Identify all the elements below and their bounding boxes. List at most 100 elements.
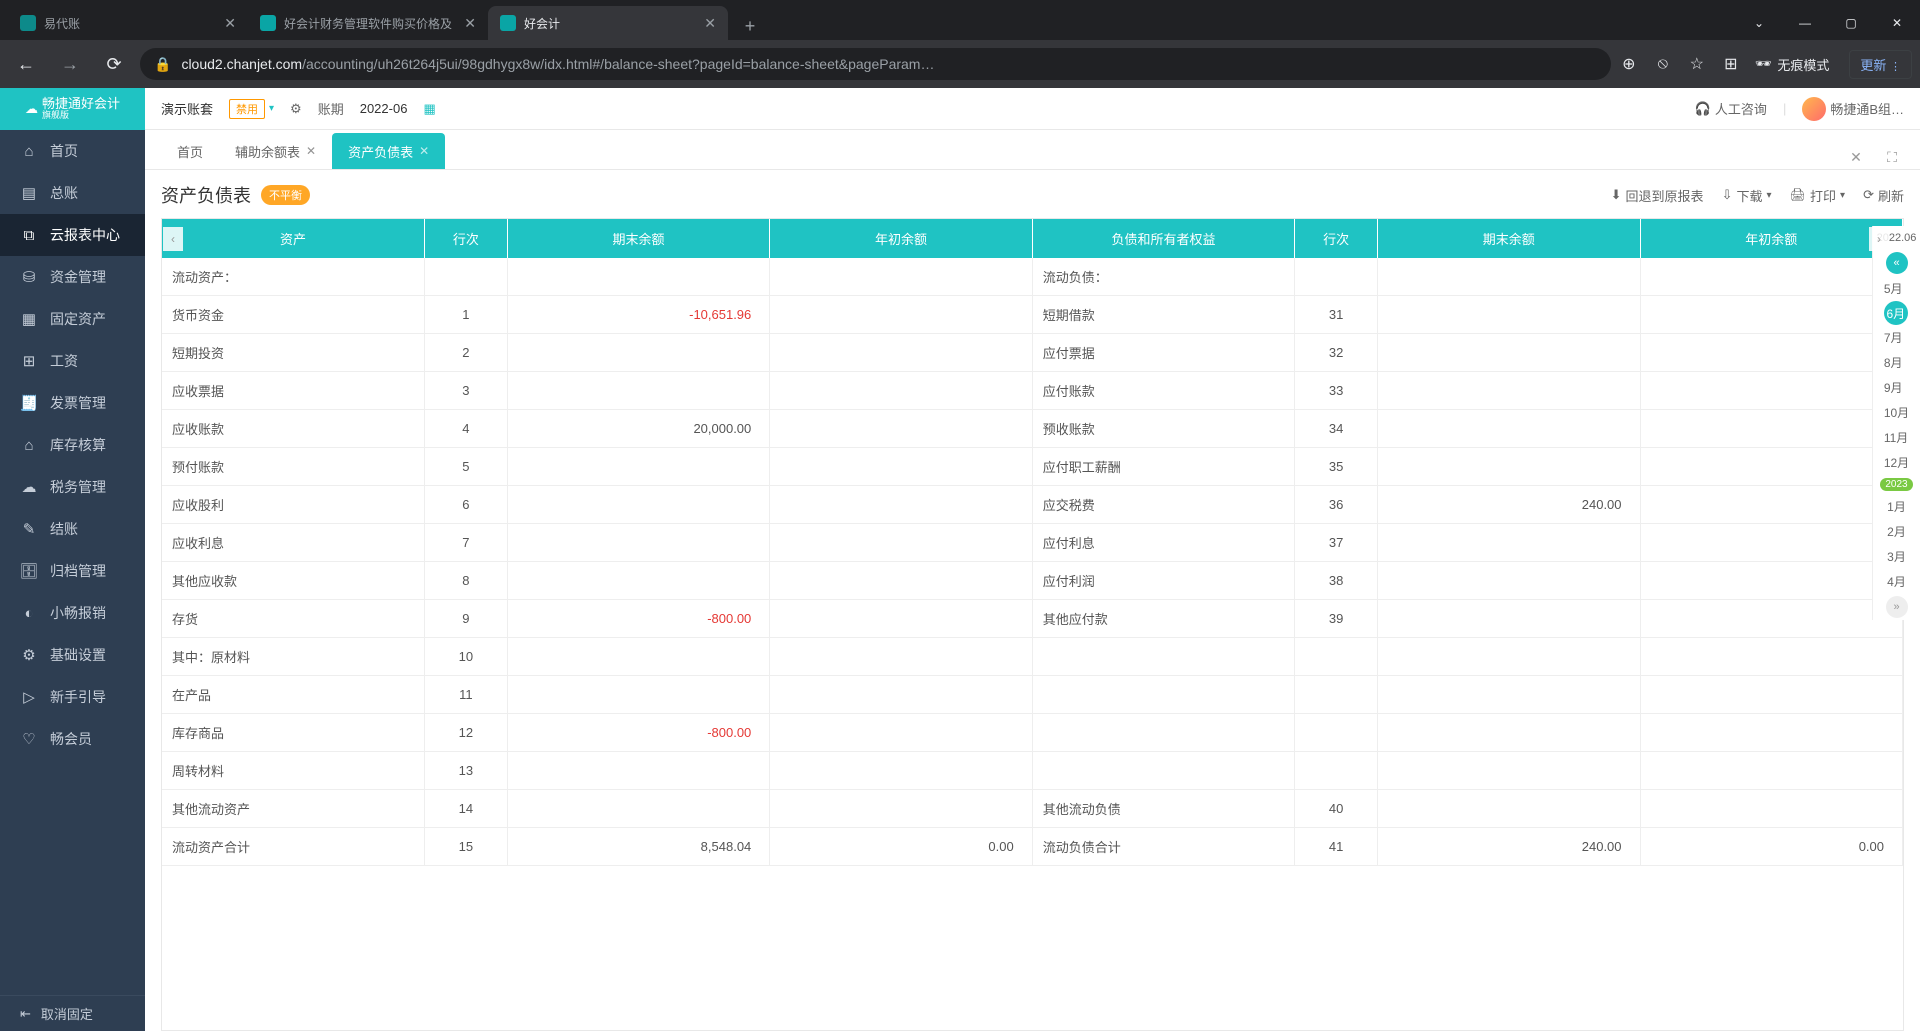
table-row[interactable]: 存货9-800.00其他应付款39 (162, 600, 1903, 638)
disabled-tag[interactable]: 禁用 (229, 99, 265, 119)
back-button[interactable]: ← (8, 46, 44, 82)
cell-end (507, 752, 769, 790)
reload-button[interactable]: ⟳ (96, 46, 132, 82)
star-icon[interactable]: ☆ (1687, 54, 1707, 74)
tab-balance-sheet[interactable]: 资产负债表✕ (332, 133, 445, 169)
month-item[interactable]: 1月 (1887, 494, 1906, 519)
table-row[interactable]: 流动资产合计158,548.040.00流动负债合计41240.000.00 (162, 828, 1903, 866)
close-icon[interactable]: ✕ (224, 15, 236, 32)
browser-tab-active[interactable]: 好会计 ✕ (488, 6, 728, 40)
scroll-down-button[interactable]: » (1886, 596, 1908, 618)
month-item[interactable]: 8月 (1884, 350, 1909, 375)
sidebar-item[interactable]: 🧾发票管理 (0, 382, 145, 424)
tab-home[interactable]: 首页 (161, 133, 219, 169)
address-bar: ← → ⟳ 🔒 cloud2.chanjet.com/accounting/uh… (0, 40, 1920, 88)
month-item[interactable]: 6月 (1884, 301, 1908, 325)
month-item[interactable]: 10月 (1884, 400, 1909, 425)
fullscreen-icon[interactable]: ⛶ (1880, 145, 1904, 169)
tab-title: 易代账 (44, 15, 216, 32)
refresh-icon: ⟳ (1863, 187, 1874, 203)
window-dropdown[interactable]: ⌄ (1736, 6, 1782, 40)
update-button[interactable]: 更新 ⋮ (1849, 50, 1912, 79)
scroll-up-button[interactable]: « (1886, 252, 1908, 274)
browser-tab[interactable]: 易代账 ✕ (8, 6, 248, 40)
sidebar-item[interactable]: ▦固定资产 (0, 298, 145, 340)
sidebar-item[interactable]: ⛁资金管理 (0, 256, 145, 298)
sidebar-item[interactable]: ⊞工资 (0, 340, 145, 382)
table-row[interactable]: 应收股利6应交税费36240.00 (162, 486, 1903, 524)
table-row[interactable]: 货币资金1-10,651.96短期借款31 (162, 296, 1903, 334)
table-row[interactable]: 应收账款420,000.00预收账款34 (162, 410, 1903, 448)
sidebar-item[interactable]: ⌂库存核算 (0, 424, 145, 466)
table-row[interactable]: 短期投资2应付票据32 (162, 334, 1903, 372)
sidebar-item[interactable]: ▤总账 (0, 172, 145, 214)
eye-off-icon[interactable]: ⦸ (1653, 55, 1673, 73)
sidebar-item[interactable]: ⚙基础设置 (0, 634, 145, 676)
close-all-icon[interactable]: ✕ (1844, 145, 1868, 169)
cell-end: -800.00 (507, 714, 769, 752)
refresh-button[interactable]: ⟳刷新 (1863, 186, 1904, 205)
top-bar: 演示账套 禁用 ▾ ⚙ 账期 2022-06 ▦ 🎧 人工咨询 | 畅捷通B组… (145, 88, 1920, 130)
cell-end: 8,548.04 (507, 828, 769, 866)
window-close[interactable]: ✕ (1874, 6, 1920, 40)
month-item[interactable]: 12月 (1884, 450, 1909, 475)
forward-button[interactable]: → (52, 46, 88, 82)
month-item[interactable]: 4月 (1887, 569, 1906, 594)
tab-aux-balance[interactable]: 辅助余额表✕ (219, 133, 332, 169)
table-row[interactable]: 在产品11 (162, 676, 1903, 714)
month-item[interactable]: 5月 (1884, 276, 1909, 301)
table-row[interactable]: 其他流动资产14其他流动负债40 (162, 790, 1903, 828)
chevron-down-icon[interactable]: ▾ (269, 103, 274, 114)
table-row[interactable]: 其他应收款8应付利润38 (162, 562, 1903, 600)
gear-icon[interactable]: ⚙ (290, 101, 302, 117)
user-menu[interactable]: 畅捷通B组… (1802, 97, 1904, 121)
table-row[interactable]: 其中：原材料10 (162, 638, 1903, 676)
cell-row: 2 (424, 334, 507, 372)
zoom-icon[interactable]: ⊕ (1619, 54, 1639, 74)
download-button[interactable]: ⇩下载▾ (1722, 186, 1772, 205)
close-icon[interactable]: ✕ (704, 15, 716, 32)
url-input[interactable]: 🔒 cloud2.chanjet.com/accounting/uh26t264… (140, 48, 1611, 80)
logo[interactable]: ☁ 畅捷通好会计 旗舰版 (0, 88, 145, 130)
revert-button[interactable]: ⬇回退到原报表 (1611, 186, 1704, 205)
window-maximize[interactable]: ▢ (1828, 6, 1874, 40)
new-tab-button[interactable]: + (736, 12, 764, 40)
table-row[interactable]: 应收票据3应付账款33 (162, 372, 1903, 410)
table-scroll-right[interactable]: › (1869, 227, 1889, 251)
month-item[interactable]: 3月 (1887, 544, 1906, 569)
nav-label: 新手引导 (50, 687, 106, 707)
sidebar-item[interactable]: 🗄归档管理 (0, 550, 145, 592)
cell-end2 (1378, 448, 1640, 486)
table-row[interactable]: 流动资产：流动负债： (162, 258, 1903, 296)
sidebar-item[interactable]: ✎结账 (0, 508, 145, 550)
table-row[interactable]: 应收利息7应付利息37 (162, 524, 1903, 562)
unpin-button[interactable]: ⇤ 取消固定 (0, 995, 145, 1031)
table-row[interactable]: 预付账款5应付职工薪酬35 (162, 448, 1903, 486)
table-row[interactable]: 周转材料13 (162, 752, 1903, 790)
col-row: 行次 (424, 219, 507, 258)
calendar-icon[interactable]: ▦ (423, 101, 435, 117)
month-item[interactable]: 2月 (1887, 519, 1906, 544)
close-icon[interactable]: ✕ (419, 144, 429, 158)
table-scroll-left[interactable]: ‹ (163, 227, 183, 251)
month-item[interactable]: 9月 (1884, 375, 1909, 400)
close-icon[interactable]: ✕ (464, 15, 476, 32)
print-button[interactable]: 🖨打印▾ (1790, 186, 1846, 205)
month-item[interactable]: 11月 (1884, 425, 1909, 450)
browser-tab[interactable]: 好会计财务管理软件购买价格及 ✕ (248, 6, 488, 40)
sidebar-item[interactable]: ◐小畅报销 (0, 592, 145, 634)
table-row[interactable]: 库存商品12-800.00 (162, 714, 1903, 752)
logo-icon: ☁ (25, 101, 38, 117)
puzzle-icon[interactable]: ⊞ (1721, 54, 1741, 74)
close-icon[interactable]: ✕ (306, 144, 316, 158)
sidebar-item[interactable]: ♡畅会员 (0, 718, 145, 760)
sidebar-item[interactable]: ▷新手引导 (0, 676, 145, 718)
sidebar-item[interactable]: ⌂首页 (0, 130, 145, 172)
sidebar-item[interactable]: ☁税务管理 (0, 466, 145, 508)
window-minimize[interactable]: — (1782, 6, 1828, 40)
cell-asset: 在产品 (162, 676, 424, 714)
sidebar-item[interactable]: ⧉云报表中心 (0, 214, 145, 256)
support-link[interactable]: 🎧 人工咨询 (1695, 99, 1767, 118)
period-value[interactable]: 2022-06 (360, 101, 408, 116)
month-item[interactable]: 7月 (1884, 325, 1909, 350)
